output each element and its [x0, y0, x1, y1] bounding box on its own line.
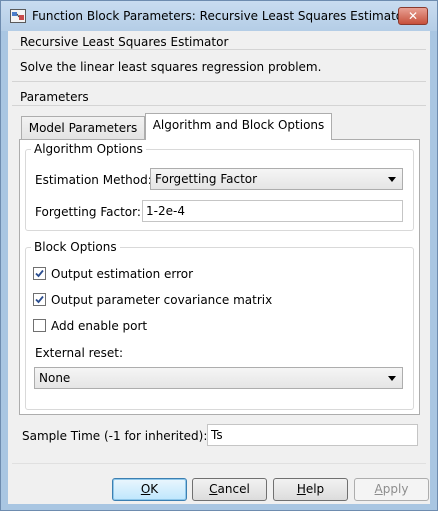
- external-reset-label: External reset:: [35, 346, 124, 360]
- estimation-method-dropdown[interactable]: Forgetting Factor: [150, 168, 403, 190]
- dialog-body: Recursive Least Squares Estimator Solve …: [8, 31, 430, 504]
- apply-button[interactable]: Apply: [354, 478, 429, 501]
- help-button[interactable]: Help: [273, 478, 348, 501]
- chevron-down-icon: [388, 177, 396, 182]
- parameters-heading: Parameters: [20, 90, 93, 104]
- sample-time-label: Sample Time (-1 for inherited):: [22, 429, 208, 443]
- description-top-divider: [12, 49, 426, 50]
- sample-time-input[interactable]: Ts: [207, 424, 418, 446]
- title-bar[interactable]: Function Block Parameters: Recursive Lea…: [1, 1, 437, 31]
- help-label-rest: elp: [305, 482, 325, 496]
- block-name: Recursive Least Squares Estimator: [20, 35, 229, 49]
- chevron-down-icon: [388, 376, 396, 381]
- external-reset-value: None: [39, 371, 71, 385]
- description-bottom-divider: [12, 81, 426, 82]
- external-reset-dropdown[interactable]: None: [34, 367, 403, 389]
- estimation-method-value: Forgetting Factor: [155, 172, 258, 186]
- add-enable-port-checkbox[interactable]: [33, 319, 46, 332]
- apply-mnemonic: A: [374, 482, 383, 496]
- ok-mnemonic: O: [140, 482, 151, 496]
- cancel-mnemonic: C: [209, 482, 218, 496]
- help-mnemonic: H: [296, 482, 306, 496]
- estimation-method-label: Estimation Method:: [35, 173, 152, 187]
- output-estimation-error-checkbox[interactable]: [33, 267, 46, 280]
- tab-algorithm-and-block-options[interactable]: Algorithm and Block Options: [145, 113, 332, 140]
- output-parameter-covariance-label: Output parameter covariance matrix: [51, 293, 273, 307]
- output-parameter-covariance-checkbox[interactable]: [33, 293, 46, 306]
- cancel-label-rest: ancel: [217, 482, 250, 496]
- apply-label-rest: pply: [382, 482, 409, 496]
- button-row-divider: [12, 463, 426, 464]
- tab-model-parameters[interactable]: Model Parameters: [21, 116, 145, 140]
- close-button[interactable]: ✕: [398, 7, 428, 25]
- ok-label-rest: K: [150, 482, 159, 496]
- add-enable-port-label: Add enable port: [51, 319, 148, 333]
- block-parameters-icon: [10, 9, 26, 23]
- checkmark-icon: [35, 295, 44, 304]
- cancel-button[interactable]: Cancel: [192, 478, 267, 501]
- forgetting-factor-input[interactable]: 1-2e-4: [142, 200, 403, 222]
- block-options-heading: Block Options: [31, 240, 120, 254]
- dialog-window: Function Block Parameters: Recursive Lea…: [0, 0, 438, 511]
- algorithm-options-heading: Algorithm Options: [31, 142, 146, 156]
- parameters-divider: [12, 105, 426, 106]
- window-title: Function Block Parameters: Recursive Lea…: [32, 9, 409, 23]
- checkmark-icon: [35, 269, 44, 278]
- block-description: Solve the linear least squares regressio…: [20, 60, 322, 74]
- ok-button[interactable]: OK: [112, 478, 187, 501]
- output-estimation-error-label: Output estimation error: [51, 267, 194, 281]
- forgetting-factor-label: Forgetting Factor:: [35, 205, 141, 219]
